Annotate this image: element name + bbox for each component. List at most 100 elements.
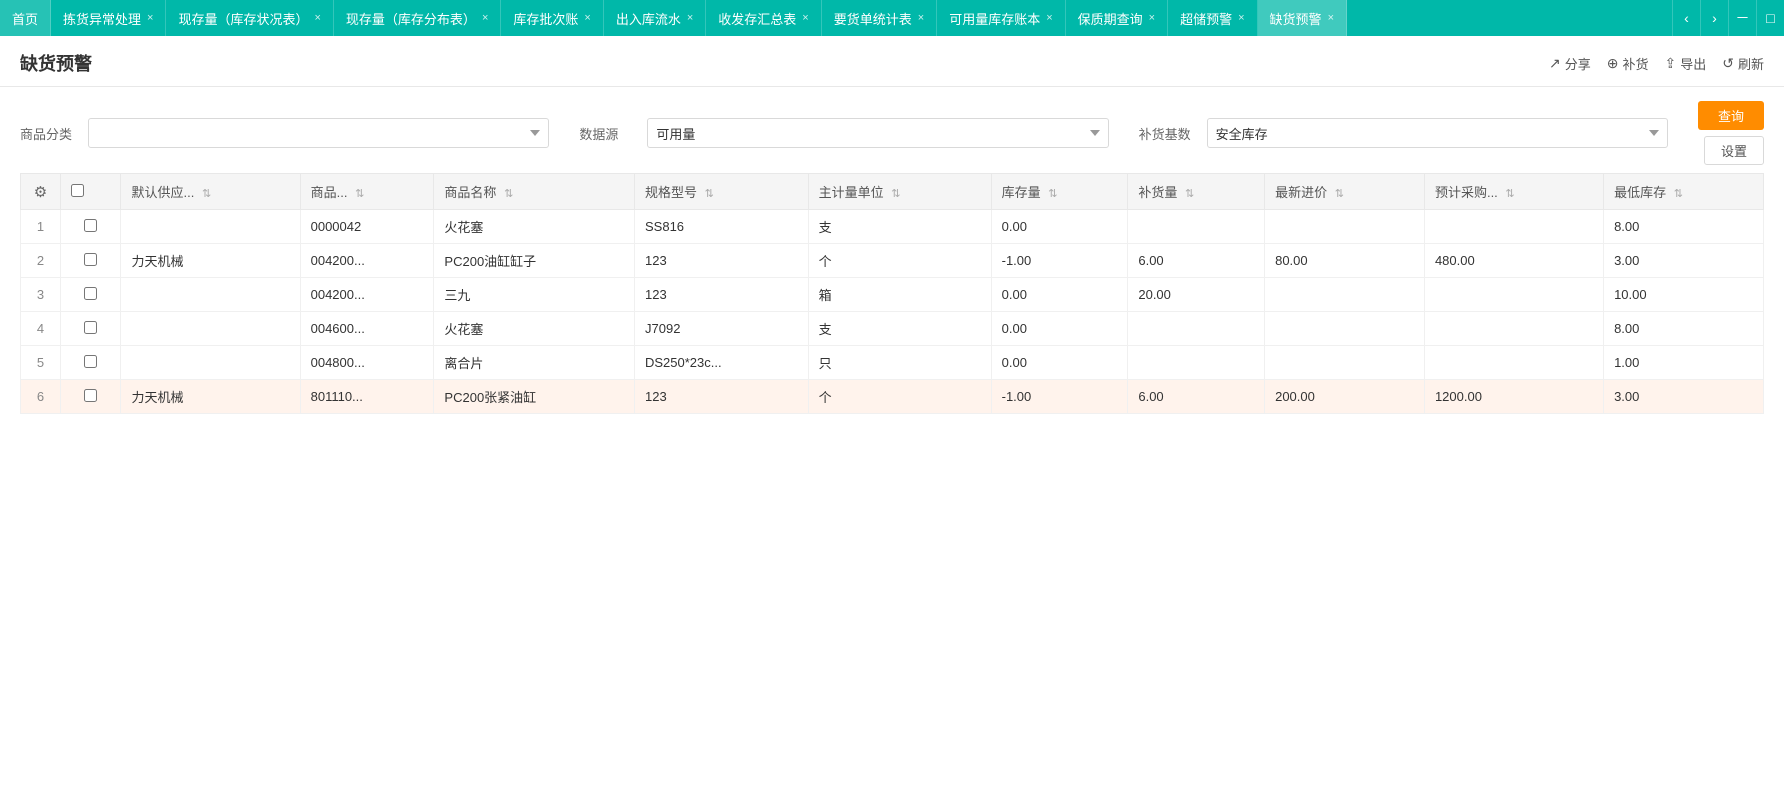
nav-arrow-left[interactable]: ‹	[1672, 0, 1700, 36]
row-est-purchase	[1424, 312, 1603, 346]
row-checkbox[interactable]	[84, 253, 97, 266]
close-icon[interactable]: ×	[1328, 12, 1334, 24]
row-min-stock: 10.00	[1604, 278, 1764, 312]
export-button[interactable]: ⇪ 导出	[1665, 54, 1707, 73]
replenish-select[interactable]: 安全库存	[1207, 118, 1668, 148]
close-icon[interactable]: ×	[802, 12, 808, 24]
nav-tab-stock-status[interactable]: 现存量（库存状况表） ×	[166, 0, 333, 36]
row-checkbox[interactable]	[84, 321, 97, 334]
nav-tab-picking[interactable]: 拣货异常处理 ×	[51, 0, 166, 36]
column-product-name[interactable]: 商品名称 ⇅	[434, 174, 635, 210]
refresh-button[interactable]: ↺ 刷新	[1722, 54, 1764, 73]
nav-tab-available[interactable]: 可用量库存账本 ×	[937, 0, 1065, 36]
row-num-cell: 5	[21, 346, 61, 380]
sort-icon: ⇅	[1674, 188, 1683, 200]
row-checkbox-cell[interactable]	[61, 278, 121, 312]
column-replenish-qty[interactable]: 补货量 ⇅	[1128, 174, 1265, 210]
column-gear[interactable]: ⚙	[21, 174, 61, 210]
nav-tab-requisition[interactable]: 要货单统计表 ×	[822, 0, 937, 36]
nav-arrow-right[interactable]: ›	[1700, 0, 1728, 36]
row-product-code: 004600...	[300, 312, 434, 346]
row-checkbox-cell[interactable]	[61, 380, 121, 414]
row-product-name: 离合片	[434, 346, 635, 380]
row-supplier	[121, 278, 300, 312]
sort-icon: ⇅	[891, 188, 900, 200]
close-icon[interactable]: ×	[1046, 12, 1052, 24]
query-button[interactable]: 查询	[1698, 101, 1764, 130]
nav-tab-home[interactable]: 首页	[0, 0, 51, 36]
close-icon[interactable]: ×	[147, 12, 153, 24]
replenish-label: 补货基数	[1139, 124, 1199, 143]
minimize-button[interactable]: －	[1728, 0, 1756, 36]
row-num-cell: 4	[21, 312, 61, 346]
replenish-button[interactable]: ⊕ 补货	[1607, 54, 1649, 73]
column-latest-price[interactable]: 最新进价 ⇅	[1265, 174, 1425, 210]
close-icon[interactable]: ×	[1238, 12, 1244, 24]
row-spec: 123	[635, 380, 809, 414]
row-product-code: 004800...	[300, 346, 434, 380]
refresh-icon: ↺	[1722, 55, 1734, 72]
row-stock: 0.00	[991, 312, 1128, 346]
row-checkbox-cell[interactable]	[61, 244, 121, 278]
nav-tab-shortage[interactable]: 缺货预警 ×	[1258, 0, 1347, 36]
close-icon[interactable]: ×	[918, 12, 924, 24]
select-all-checkbox[interactable]	[71, 184, 84, 197]
row-replenish-qty: 20.00	[1128, 278, 1265, 312]
row-latest-price	[1265, 312, 1425, 346]
nav-tab-stock-dist[interactable]: 现存量（库存分布表） ×	[334, 0, 501, 36]
row-stock: 0.00	[991, 210, 1128, 244]
close-icon[interactable]: ×	[1149, 12, 1155, 24]
row-checkbox[interactable]	[84, 287, 97, 300]
row-spec: SS816	[635, 210, 809, 244]
row-checkbox-cell[interactable]	[61, 312, 121, 346]
row-supplier	[121, 312, 300, 346]
table-row: 2 力天机械 004200... PC200油缸缸子 123 个 -1.00 6…	[21, 244, 1764, 278]
row-checkbox[interactable]	[84, 389, 97, 402]
row-unit: 个	[808, 244, 991, 278]
gear-icon[interactable]: ⚙	[34, 184, 47, 201]
column-supplier[interactable]: 默认供应... ⇅	[121, 174, 300, 210]
table-row: 4 004600... 火花塞 J7092 支 0.00 8.00	[21, 312, 1764, 346]
share-icon: ↗	[1549, 55, 1561, 72]
column-est-purchase[interactable]: 预计采购... ⇅	[1424, 174, 1603, 210]
nav-tab-flow[interactable]: 出入库流水 ×	[604, 0, 706, 36]
share-button[interactable]: ↗ 分享	[1549, 54, 1591, 73]
table-header-row: ⚙ 默认供应... ⇅ 商品... ⇅ 商品名称 ⇅	[21, 174, 1764, 210]
row-checkbox[interactable]	[84, 355, 97, 368]
column-min-stock[interactable]: 最低库存 ⇅	[1604, 174, 1764, 210]
datasource-filter: 数据源 可用量	[579, 118, 1108, 148]
close-icon[interactable]: ×	[687, 12, 693, 24]
column-product-code[interactable]: 商品... ⇅	[300, 174, 434, 210]
row-latest-price	[1265, 278, 1425, 312]
nav-tab-expiry[interactable]: 保质期查询 ×	[1066, 0, 1168, 36]
close-icon[interactable]: ×	[314, 12, 320, 24]
page-header: 缺货预警 ↗ 分享 ⊕ 补货 ⇪ 导出 ↺ 刷新	[0, 36, 1784, 87]
column-unit[interactable]: 主计量单位 ⇅	[808, 174, 991, 210]
column-spec[interactable]: 规格型号 ⇅	[635, 174, 809, 210]
nav-tab-summary[interactable]: 收发存汇总表 ×	[706, 0, 821, 36]
column-stock[interactable]: 库存量 ⇅	[991, 174, 1128, 210]
row-checkbox-cell[interactable]	[61, 210, 121, 244]
nav-arrows: ‹ › － □	[1672, 0, 1784, 36]
row-replenish-qty	[1128, 210, 1265, 244]
row-est-purchase	[1424, 278, 1603, 312]
row-checkbox-cell[interactable]	[61, 346, 121, 380]
datasource-select[interactable]: 可用量	[647, 118, 1108, 148]
nav-tab-overstock[interactable]: 超储预警 ×	[1168, 0, 1257, 36]
row-supplier: 力天机械	[121, 244, 300, 278]
row-est-purchase: 480.00	[1424, 244, 1603, 278]
row-spec: DS250*23c...	[635, 346, 809, 380]
row-unit: 支	[808, 210, 991, 244]
close-icon[interactable]: ×	[482, 12, 488, 24]
nav-tab-batch[interactable]: 库存批次账 ×	[501, 0, 603, 36]
category-filter: 商品分类	[20, 118, 549, 148]
settings-button[interactable]: 设置	[1704, 136, 1764, 165]
close-icon[interactable]: ×	[584, 12, 590, 24]
sort-icon: ⇅	[504, 188, 513, 200]
replenish-icon: ⊕	[1607, 55, 1619, 72]
category-select[interactable]	[88, 118, 549, 148]
top-navigation: 首页 拣货异常处理 × 现存量（库存状况表） × 现存量（库存分布表） × 库存…	[0, 0, 1784, 36]
maximize-button[interactable]: □	[1756, 0, 1784, 36]
row-checkbox[interactable]	[84, 219, 97, 232]
row-stock: 0.00	[991, 346, 1128, 380]
